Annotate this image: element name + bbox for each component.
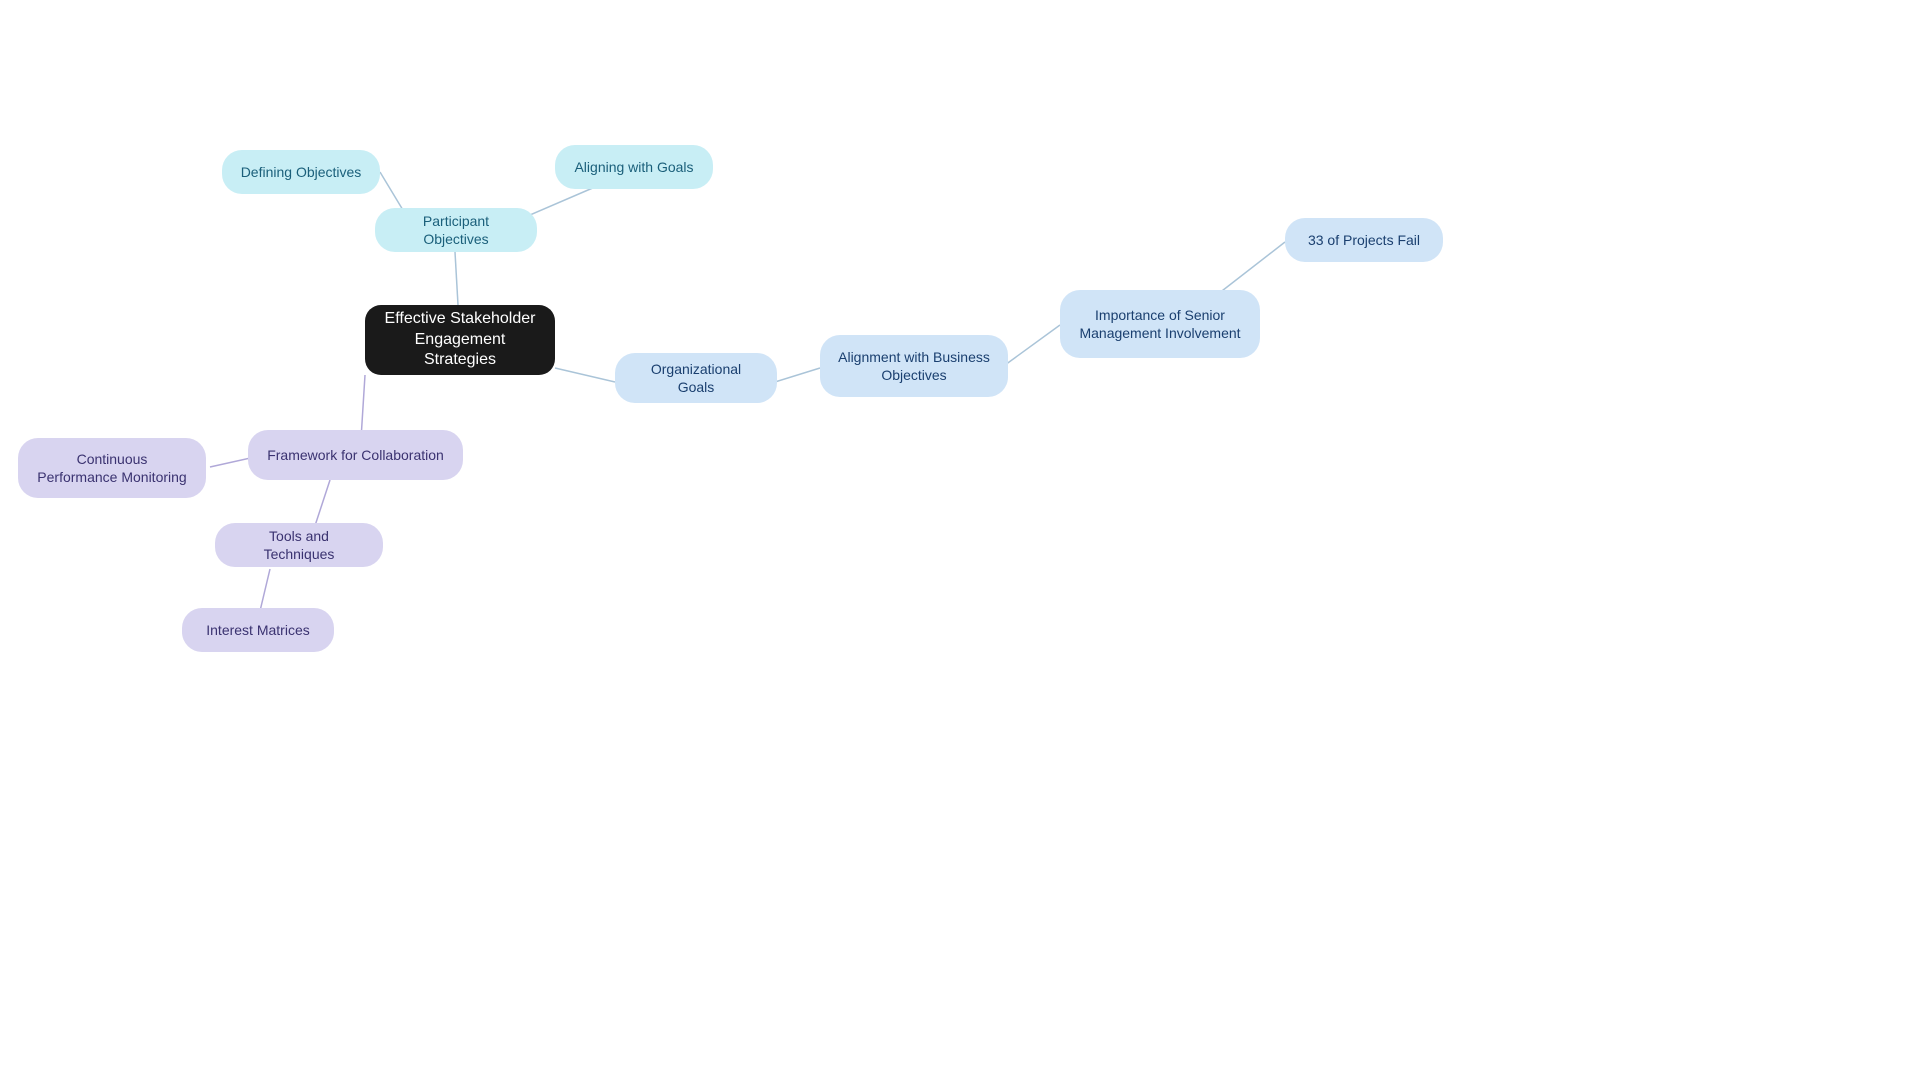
- center-node: Effective Stakeholder Engagement Strateg…: [365, 305, 555, 375]
- framework-collaboration-label: Framework for Collaboration: [267, 446, 444, 464]
- aligning-goals-label: Aligning with Goals: [574, 158, 693, 176]
- defining-objectives-node: Defining Objectives: [222, 150, 380, 194]
- interest-matrices-label: Interest Matrices: [206, 621, 309, 639]
- center-label: Effective Stakeholder Engagement Strateg…: [383, 309, 537, 371]
- organizational-goals-label: Organizational Goals: [633, 360, 759, 396]
- projects-fail-label: 33 of Projects Fail: [1308, 231, 1420, 249]
- framework-collaboration-node: Framework for Collaboration: [248, 430, 463, 480]
- participant-objectives-node: Participant Objectives: [375, 208, 537, 252]
- aligning-goals-node: Aligning with Goals: [555, 145, 713, 189]
- tools-techniques-node: Tools and Techniques: [215, 523, 383, 567]
- defining-objectives-label: Defining Objectives: [241, 163, 362, 181]
- tools-techniques-label: Tools and Techniques: [233, 527, 365, 563]
- participant-objectives-label: Participant Objectives: [393, 212, 519, 248]
- alignment-business-node: Alignment with Business Objectives: [820, 335, 1008, 397]
- organizational-goals-node: Organizational Goals: [615, 353, 777, 403]
- alignment-business-label: Alignment with Business Objectives: [838, 348, 990, 384]
- importance-senior-label: Importance of Senior Management Involvem…: [1078, 306, 1242, 342]
- continuous-performance-label: Continuous Performance Monitoring: [36, 450, 188, 486]
- continuous-performance-node: Continuous Performance Monitoring: [18, 438, 206, 498]
- importance-senior-node: Importance of Senior Management Involvem…: [1060, 290, 1260, 358]
- interest-matrices-node: Interest Matrices: [182, 608, 334, 652]
- projects-fail-node: 33 of Projects Fail: [1285, 218, 1443, 262]
